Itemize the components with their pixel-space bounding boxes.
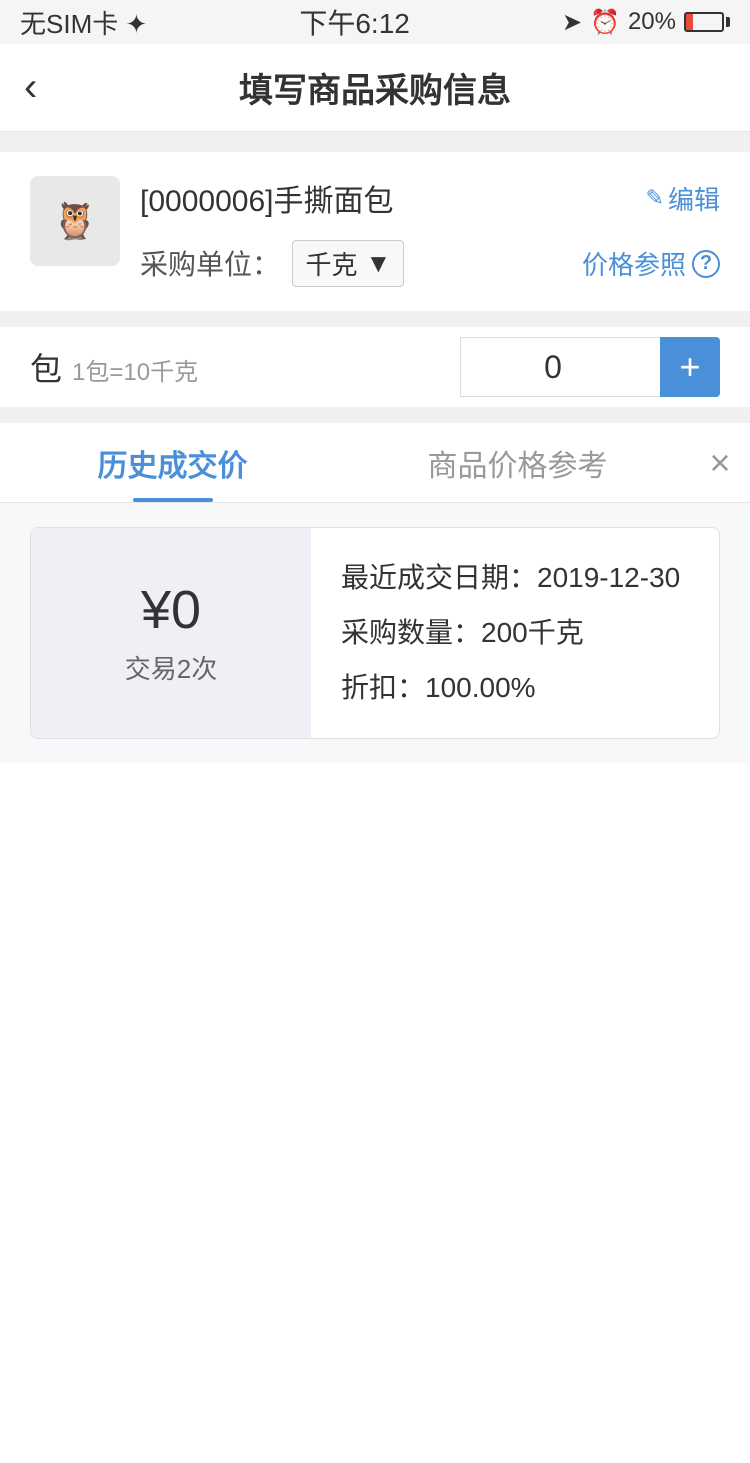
edit-icon: ✎ — [646, 185, 664, 211]
price-ref-question-icon: ? — [692, 250, 720, 278]
main-content-area — [0, 763, 750, 1463]
divider-1 — [0, 311, 750, 327]
quantity-label: 包 1包=10千克 — [30, 344, 198, 390]
history-price: ¥0 — [141, 579, 201, 641]
tab-panel: 历史成交价 商品价格参考 × ¥0 交易2次 最近成交日期：2019-12-30… — [0, 423, 750, 763]
tab-history-price[interactable]: 历史成交价 — [0, 423, 345, 502]
history-discount: 折扣：100.00% — [341, 668, 689, 707]
product-unit-row: 采购单位： 千克 ▼ 价格参照 ? — [140, 240, 720, 287]
product-name: [0000006]手撕面包 — [140, 176, 393, 220]
page-title: 填写商品采购信息 — [239, 63, 511, 112]
alarm-icon: ⏰ — [590, 8, 620, 37]
tab-history-price-label: 历史成交价 — [98, 441, 248, 485]
battery-tip — [726, 17, 730, 27]
history-recent-date: 最近成交日期：2019-12-30 — [341, 558, 689, 597]
product-name-row: [0000006]手撕面包 ✎ 编辑 — [140, 176, 720, 220]
battery-icon — [684, 12, 730, 32]
status-time: 下午6:12 — [299, 2, 410, 42]
unit-left: 采购单位： 千克 ▼ — [140, 240, 404, 287]
price-ref-label: 价格参照 — [582, 245, 686, 282]
tab-product-price-ref[interactable]: 商品价格参考 — [345, 423, 690, 502]
edit-button[interactable]: ✎ 编辑 — [646, 180, 720, 217]
product-info: [0000006]手撕面包 ✎ 编辑 采购单位： 千克 ▼ 价格参照 ? — [140, 176, 720, 287]
battery-fill — [686, 14, 693, 30]
back-button[interactable]: ‹ — [24, 65, 37, 110]
unit-select[interactable]: 千克 ▼ — [292, 240, 404, 287]
price-ref-button[interactable]: 价格参照 ? — [582, 245, 720, 282]
tab-close-button[interactable]: × — [690, 442, 750, 484]
unit-dropdown-arrow: ▼ — [365, 248, 391, 279]
battery-percent: 20% — [628, 8, 676, 36]
history-trades: 交易2次 — [125, 649, 217, 686]
history-content: ¥0 交易2次 最近成交日期：2019-12-30 采购数量：200千克 折扣：… — [0, 503, 750, 763]
product-card: 🦉 [0000006]手撕面包 ✎ 编辑 采购单位： 千克 ▼ — [0, 152, 750, 311]
status-right: ➤ ⏰ 20% — [562, 8, 730, 37]
unit-value: 千克 — [305, 245, 357, 282]
quantity-input[interactable] — [460, 337, 660, 397]
status-carrier: 无SIM卡 ✦ — [20, 4, 147, 41]
quantity-unit: 包 — [30, 344, 62, 390]
quantity-plus-button[interactable]: + — [660, 337, 720, 397]
tab-bar: 历史成交价 商品价格参考 × — [0, 423, 750, 503]
history-card: ¥0 交易2次 最近成交日期：2019-12-30 采购数量：200千克 折扣：… — [30, 527, 720, 739]
location-icon: ➤ — [562, 8, 582, 37]
nav-bar: ‹ 填写商品采购信息 — [0, 44, 750, 132]
edit-label: 编辑 — [668, 180, 720, 217]
status-bar: 无SIM卡 ✦ 下午6:12 ➤ ⏰ 20% — [0, 0, 750, 44]
product-thumbnail: 🦉 — [30, 176, 120, 266]
product-header: 🦉 [0000006]手撕面包 ✎ 编辑 采购单位： 千克 ▼ — [30, 176, 720, 287]
quantity-hint: 1包=10千克 — [72, 352, 198, 387]
carrier-text: 无SIM卡 ✦ — [20, 4, 147, 41]
history-right: 最近成交日期：2019-12-30 采购数量：200千克 折扣：100.00% — [311, 528, 719, 738]
history-left: ¥0 交易2次 — [31, 528, 311, 738]
tab-product-price-ref-label: 商品价格参考 — [428, 441, 608, 485]
quantity-row: 包 1包=10千克 + — [0, 327, 750, 407]
history-purchase-qty: 采购数量：200千克 — [341, 613, 689, 652]
product-thumbnail-icon: 🦉 — [53, 200, 98, 242]
battery-body — [684, 12, 724, 32]
unit-label: 采购单位： — [140, 249, 280, 280]
quantity-input-wrap: + — [460, 337, 720, 397]
